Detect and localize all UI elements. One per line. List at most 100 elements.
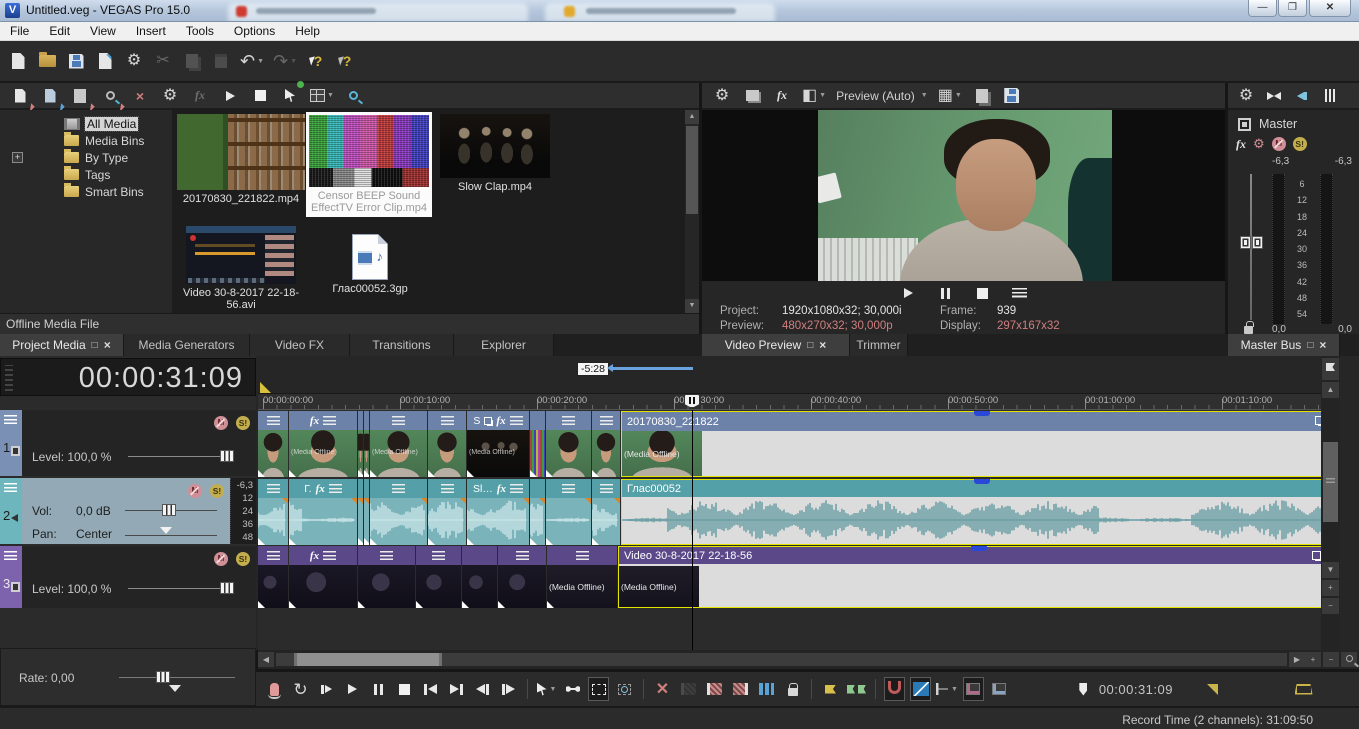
event-video-30-8[interactable]: Video 30-8-2017 22-18-56 (Media Offline) [618,546,1328,608]
scroll-left-icon[interactable]: ◀ [258,652,274,667]
timeline-hscrollbar[interactable]: ◀ ▶ + − [258,650,1359,669]
expand-icon[interactable]: + [12,152,23,163]
media-item-slow-clap-mp4[interactable]: Slow Clap.mp4 [436,114,554,193]
tab-project-media[interactable]: Project Media □ × [0,334,124,356]
timeline-event[interactable] [258,546,288,608]
save-snapshot-icon[interactable] [1002,83,1022,109]
play-button[interactable] [342,677,363,701]
event-header[interactable] [498,546,546,565]
menu-item-file[interactable]: File [0,22,39,40]
delete-button[interactable]: ✕ [652,677,673,701]
close-tab-icon[interactable]: × [104,338,111,352]
track3-level-slider[interactable] [128,588,232,589]
preview-play-icon[interactable] [898,281,919,305]
insert-dropdown-button[interactable]: ▼ [936,677,958,701]
tree-item-smart-bins[interactable]: Smart Bins [0,183,172,200]
event-menu-icon[interactable] [509,416,523,425]
track-header-3[interactable]: 3 M S! Level: 100,0 % [0,546,256,608]
ignore-grouping-button[interactable] [989,677,1010,701]
tab-transitions[interactable]: Transitions [350,334,454,356]
event-header[interactable] [416,546,461,565]
timeline-event[interactable] [592,411,620,477]
timeline-event[interactable]: Sl… fx [467,479,529,545]
event-menu-icon[interactable] [392,416,405,425]
external-monitor-icon[interactable] [742,83,762,109]
tree-item-media-bins[interactable]: Media Bins [0,132,172,149]
event-menu-icon[interactable] [562,416,575,425]
menu-item-view[interactable]: View [80,22,126,40]
track3-menu-icon[interactable] [4,551,17,560]
previous-frame-button[interactable] [472,677,493,701]
close-tab-icon[interactable]: × [819,338,826,352]
preview-stop-icon[interactable] [972,281,993,305]
event-menu-icon[interactable] [380,551,393,560]
event-menu-icon[interactable] [266,551,280,560]
media-item-20170830-221822-mp4[interactable]: 20170830_221822.mp4 [175,114,307,205]
stop-preview-icon[interactable] [250,83,270,109]
timeline-event[interactable] [258,411,288,477]
zoom-in-time-icon[interactable]: + [1305,652,1321,667]
tab-master-bus[interactable]: Master Bus □ × [1228,334,1340,356]
close-button[interactable]: ✕ [1309,0,1351,17]
event-header[interactable] [370,479,427,498]
event-header[interactable]: Г. fx [289,479,357,498]
time-ruler[interactable]: 00:00:00:0000:00:10:0000:00:20:0000:00:3… [258,394,1321,410]
save-icon[interactable] [66,48,86,74]
insert-marker-button[interactable] [820,677,841,701]
timeline-event[interactable] [416,546,461,608]
track1-level-slider[interactable] [128,456,232,457]
views-icon[interactable]: ▼ [310,83,334,109]
track1-color-strip[interactable]: 1 [0,410,22,476]
track1-mute-icon[interactable]: M [214,416,228,430]
event-header[interactable]: fx [289,411,357,430]
extract-audio-icon[interactable] [100,83,125,112]
split-screen-view-icon[interactable]: ◧ ▼ [802,83,826,109]
event-body[interactable]: (Media Offline) [622,431,1330,476]
fade-icon[interactable] [756,677,777,701]
event-menu-icon[interactable] [440,484,454,493]
project-properties-icon[interactable]: ⚙ [124,48,144,74]
video-output-fx-icon[interactable]: fx [772,83,792,109]
timecode-display[interactable]: 00:00:31:09 [0,358,256,396]
timeline-event[interactable] [428,411,466,477]
track2-solo-icon[interactable]: S! [210,484,224,498]
event-menu-icon[interactable] [440,416,454,425]
scroll-down-icon[interactable]: ▼ [1322,562,1339,578]
event-center-handle[interactable] [974,411,990,416]
grid-overlay-icon[interactable]: ▦ ▼ [938,83,962,109]
open-icon[interactable] [37,48,57,74]
float-tab-icon[interactable]: □ [807,340,813,351]
timeline-event[interactable]: (Media Offline) [370,411,427,477]
event-header[interactable] [428,411,466,430]
track2-color-strip[interactable]: 2 [0,478,22,544]
snap-toggle-button[interactable] [884,677,905,701]
render-as-icon[interactable] [95,48,115,74]
media-item-video-30-8-2017-22-18-56-avi[interactable]: Video 30-8-2017 22-18-56.avi [178,226,304,311]
float-tab-icon[interactable]: □ [1307,340,1313,351]
event-menu-icon[interactable] [328,484,342,493]
track1-level-handle[interactable] [220,450,234,462]
timeline-event[interactable] [358,546,415,608]
minimize-button[interactable]: — [1248,0,1277,17]
event-center-handle[interactable] [974,479,990,484]
selection-edit-tool-button[interactable] [588,677,609,701]
trim-end-icon[interactable] [730,677,751,701]
event-header[interactable]: fx [289,546,357,565]
interactive-tutorials-icon[interactable]: ? [306,48,326,74]
zoom-edit-tool-button[interactable] [614,677,635,701]
menu-item-tools[interactable]: Tools [176,22,224,40]
track2-menu-icon[interactable] [4,483,17,492]
event-header[interactable] [358,479,363,498]
event-fx-icon[interactable]: fx [496,415,505,427]
zoom-tool-icon[interactable] [1341,652,1357,667]
tab-video-fx[interactable]: Video FX [250,334,350,356]
track2-mute-icon[interactable]: M [188,484,202,498]
event-header[interactable] [258,479,288,498]
timeline-event[interactable]: (Media Offline) [547,546,617,608]
event-header[interactable] [364,411,369,430]
timeline-event[interactable] [498,546,546,608]
menu-item-options[interactable]: Options [224,22,285,40]
menu-item-edit[interactable]: Edit [39,22,80,40]
event-menu-icon[interactable] [392,484,405,493]
event-header[interactable] [592,411,620,430]
